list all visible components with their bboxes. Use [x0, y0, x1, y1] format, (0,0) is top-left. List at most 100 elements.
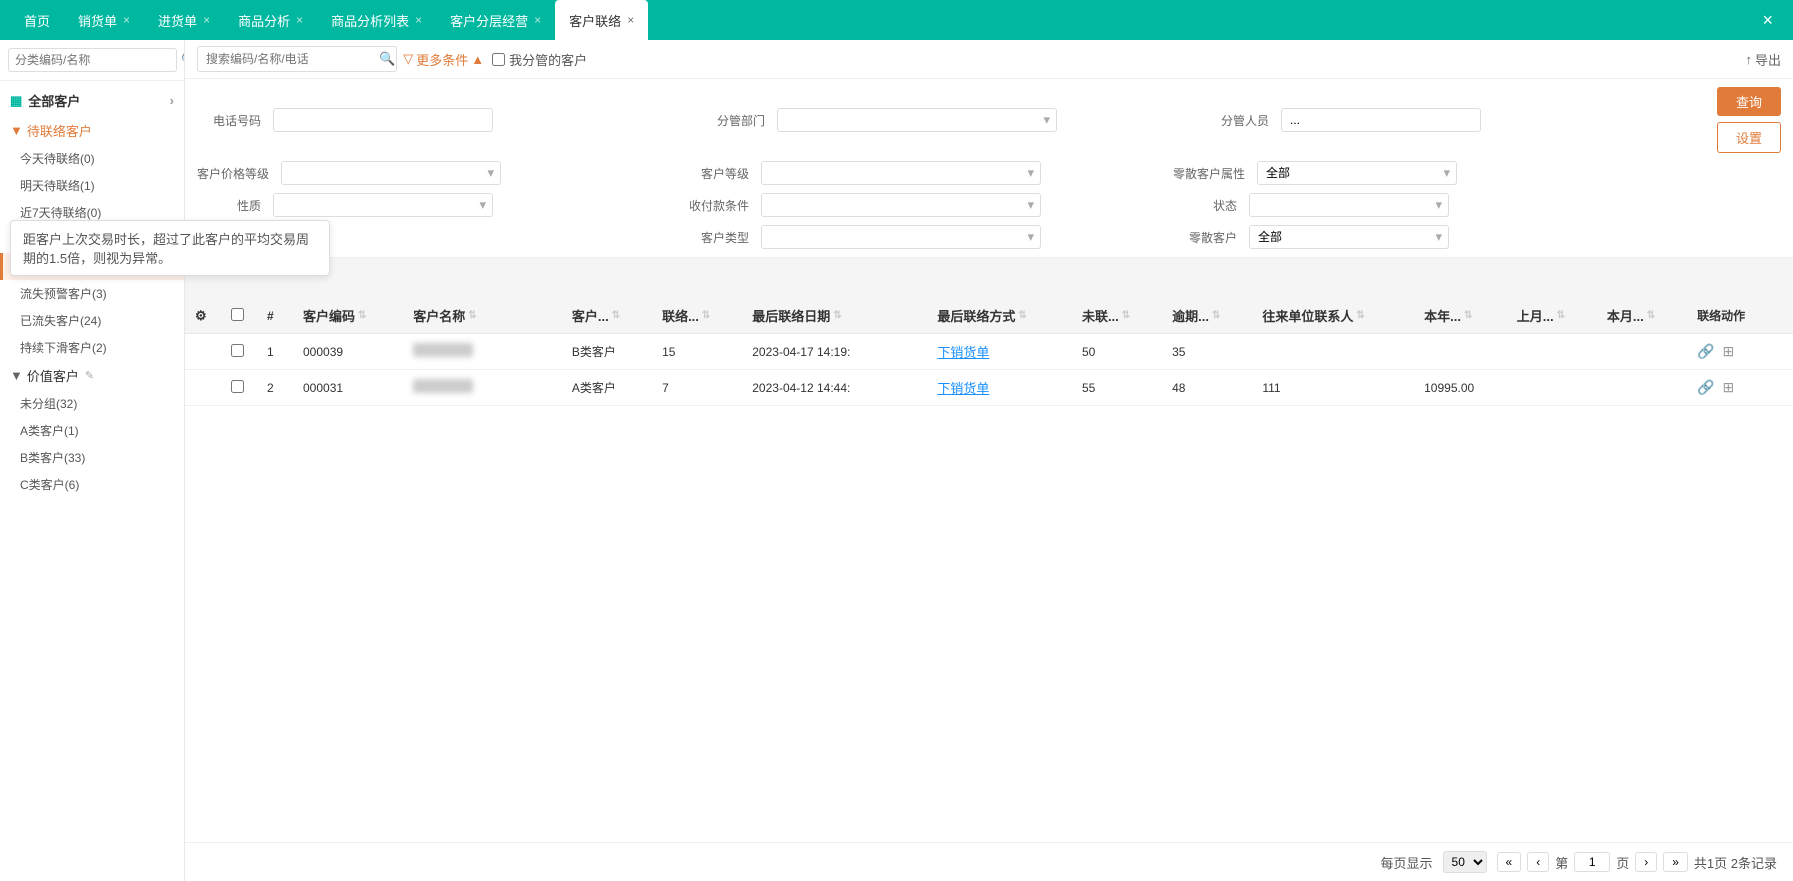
action-link-icon-2[interactable]: 🔗 [1697, 379, 1714, 396]
td-code-1[interactable]: 000039 [293, 334, 403, 370]
td-last-method-1[interactable]: 下销货单 [927, 334, 1072, 370]
link-sales-1[interactable]: 下销货单 [937, 345, 989, 360]
sidebar-item-class-a[interactable]: A类客户(1) [0, 417, 184, 444]
th-unit-contact[interactable]: 往来单位联系人⇅ [1252, 298, 1414, 334]
per-page-select[interactable]: 50 [1443, 851, 1487, 873]
payment-select[interactable] [762, 194, 1040, 216]
close-product-analysis[interactable]: × [296, 13, 303, 27]
filter-search-button[interactable]: 🔍 [379, 51, 395, 67]
action-grid-icon-1[interactable]: ⊞ [1723, 343, 1735, 360]
action-link-icon-1[interactable]: 🔗 [1697, 343, 1714, 360]
last-page-button[interactable]: » [1663, 852, 1688, 872]
sort-unread-icon[interactable]: ⇅ [1122, 310, 1130, 321]
nav-purchase-order[interactable]: 进货单 × [144, 0, 224, 40]
row1-checkbox[interactable] [231, 344, 244, 357]
sort-contact-icon[interactable]: ⇅ [702, 310, 710, 321]
sort-name-icon[interactable]: ⇅ [468, 310, 476, 321]
my-customers-check[interactable] [492, 53, 505, 66]
sort-year-icon[interactable]: ⇅ [1464, 310, 1472, 321]
nav-product-analysis-list[interactable]: 商品分析列表 × [317, 0, 436, 40]
close-customer-tier[interactable]: × [534, 13, 541, 27]
action-grid-icon-2[interactable]: ⊞ [1723, 379, 1735, 396]
th-contact[interactable]: 联络...⇅ [652, 298, 742, 334]
filter-row-4: ... 客户类型 ▾ 零散客户 全部 ▾ [197, 225, 1781, 249]
sort-method-icon[interactable]: ⇅ [1018, 310, 1026, 321]
settings-icon[interactable]: ⚙ [195, 308, 207, 323]
sidebar-search-input[interactable] [8, 48, 177, 72]
window-close-button[interactable]: × [1752, 10, 1783, 31]
link-sales-2[interactable]: 下销货单 [937, 381, 989, 396]
th-cust-level[interactable]: 客户...⇅ [562, 298, 652, 334]
th-last-month[interactable]: 上月...⇅ [1507, 298, 1597, 334]
sort-overdue-icon[interactable]: ⇅ [1212, 310, 1220, 321]
th-settings[interactable]: ⚙ [185, 298, 221, 334]
sort-lm-icon[interactable]: ⇅ [1557, 310, 1565, 321]
page-number-input[interactable] [1574, 852, 1610, 872]
sidebar-item-churn-warning[interactable]: 流失预警客户(3) [0, 280, 184, 307]
collapse-btn[interactable]: › [170, 93, 174, 108]
my-customers-checkbox[interactable]: 我分管的客户 [492, 50, 587, 69]
sidebar-item-today[interactable]: 今天待联络(0) [0, 145, 184, 172]
grid-icon: ▦ [10, 93, 22, 109]
sort-level-icon[interactable]: ⇅ [612, 310, 620, 321]
first-page-button[interactable]: « [1497, 852, 1522, 872]
price-level-select[interactable] [282, 162, 500, 184]
close-purchase-order[interactable]: × [203, 13, 210, 27]
sidebar: 🔍 ▦ 全部客户 › ▼ 待联络客户 今天待联络(0) 明天待联络(1) 近7天… [0, 40, 185, 881]
th-last-contact-date[interactable]: 最后联络日期⇅ [742, 298, 927, 334]
sort-unit-icon[interactable]: ⇅ [1356, 310, 1364, 321]
sidebar-item-class-c[interactable]: C类客户(6) [0, 471, 184, 498]
sidebar-item-class-b[interactable]: B类客户(33) [0, 444, 184, 471]
td-last-method-2[interactable]: 下销货单 [927, 370, 1072, 406]
nav-customer-tier[interactable]: 客户分层经营 × [436, 0, 555, 40]
nav-customer-contact[interactable]: 客户联络 × [555, 0, 648, 40]
table-wrap[interactable]: ⚙ # 客户编码⇅ 客户名称⇅ 客户...⇅ [185, 298, 1793, 842]
nav-home[interactable]: 首页 [10, 0, 64, 40]
prev-page-button[interactable]: ‹ [1527, 852, 1549, 872]
sidebar-all-customers[interactable]: ▦ 全部客户 › [0, 85, 184, 116]
filter-search-input[interactable] [197, 46, 397, 72]
select-all-checkbox[interactable] [231, 308, 244, 321]
nav-product-analysis[interactable]: 商品分析 × [224, 0, 317, 40]
retail-cust-select[interactable]: 全部 [1250, 226, 1448, 248]
th-last-contact-method[interactable]: 最后联络方式⇅ [927, 298, 1072, 334]
set-button[interactable]: 设置 [1717, 122, 1781, 153]
retail-attr-select[interactable]: 全部 [1258, 162, 1456, 184]
sort-code-icon[interactable]: ⇅ [358, 310, 366, 321]
more-conditions-button[interactable]: ▽ 更多条件 ▲ [403, 50, 484, 69]
close-sales-order[interactable]: × [123, 13, 130, 27]
td-checkbox-1[interactable] [221, 334, 257, 370]
th-code[interactable]: 客户编码⇅ [293, 298, 403, 334]
next-page-button[interactable]: › [1635, 852, 1657, 872]
person-input[interactable] [1281, 108, 1481, 132]
sidebar-item-ungroup[interactable]: 未分组(32) [0, 390, 184, 417]
dept-select[interactable] [778, 109, 1056, 131]
edit-icon[interactable]: ✎ [85, 369, 94, 382]
cust-type-select[interactable] [762, 226, 1040, 248]
row2-checkbox[interactable] [231, 380, 244, 393]
th-unread[interactable]: 未联...⇅ [1072, 298, 1162, 334]
th-name[interactable]: 客户名称⇅ [403, 298, 562, 334]
sort-date-icon[interactable]: ⇅ [833, 310, 841, 321]
close-product-analysis-list[interactable]: × [415, 13, 422, 27]
sidebar-item-tomorrow[interactable]: 明天待联络(1) [0, 172, 184, 199]
th-this-month[interactable]: 本月...⇅ [1597, 298, 1687, 334]
query-button[interactable]: 查询 [1717, 87, 1781, 116]
th-overdue[interactable]: 逾期...⇅ [1162, 298, 1252, 334]
cust-level-select[interactable] [762, 162, 1040, 184]
nav-sales-order[interactable]: 销货单 × [64, 0, 144, 40]
th-checkbox[interactable] [221, 298, 257, 334]
phone-input[interactable] [273, 108, 493, 132]
pending-group-title[interactable]: ▼ 待联络客户 [0, 116, 184, 145]
td-checkbox-2[interactable] [221, 370, 257, 406]
close-customer-contact[interactable]: × [627, 13, 634, 27]
th-this-year[interactable]: 本年...⇅ [1414, 298, 1507, 334]
sort-tm-icon[interactable]: ⇅ [1647, 310, 1655, 321]
sidebar-item-churned[interactable]: 已流失客户(24) [0, 307, 184, 334]
value-group-title[interactable]: ▼ 价值客户 ✎ [0, 361, 184, 390]
sidebar-item-declining[interactable]: 持续下滑客户(2) [0, 334, 184, 361]
td-code-2[interactable]: 000031 [293, 370, 403, 406]
export-button[interactable]: ↑ 导出 [1745, 50, 1781, 69]
status-select[interactable] [1250, 194, 1448, 216]
gender-select[interactable] [274, 194, 492, 216]
